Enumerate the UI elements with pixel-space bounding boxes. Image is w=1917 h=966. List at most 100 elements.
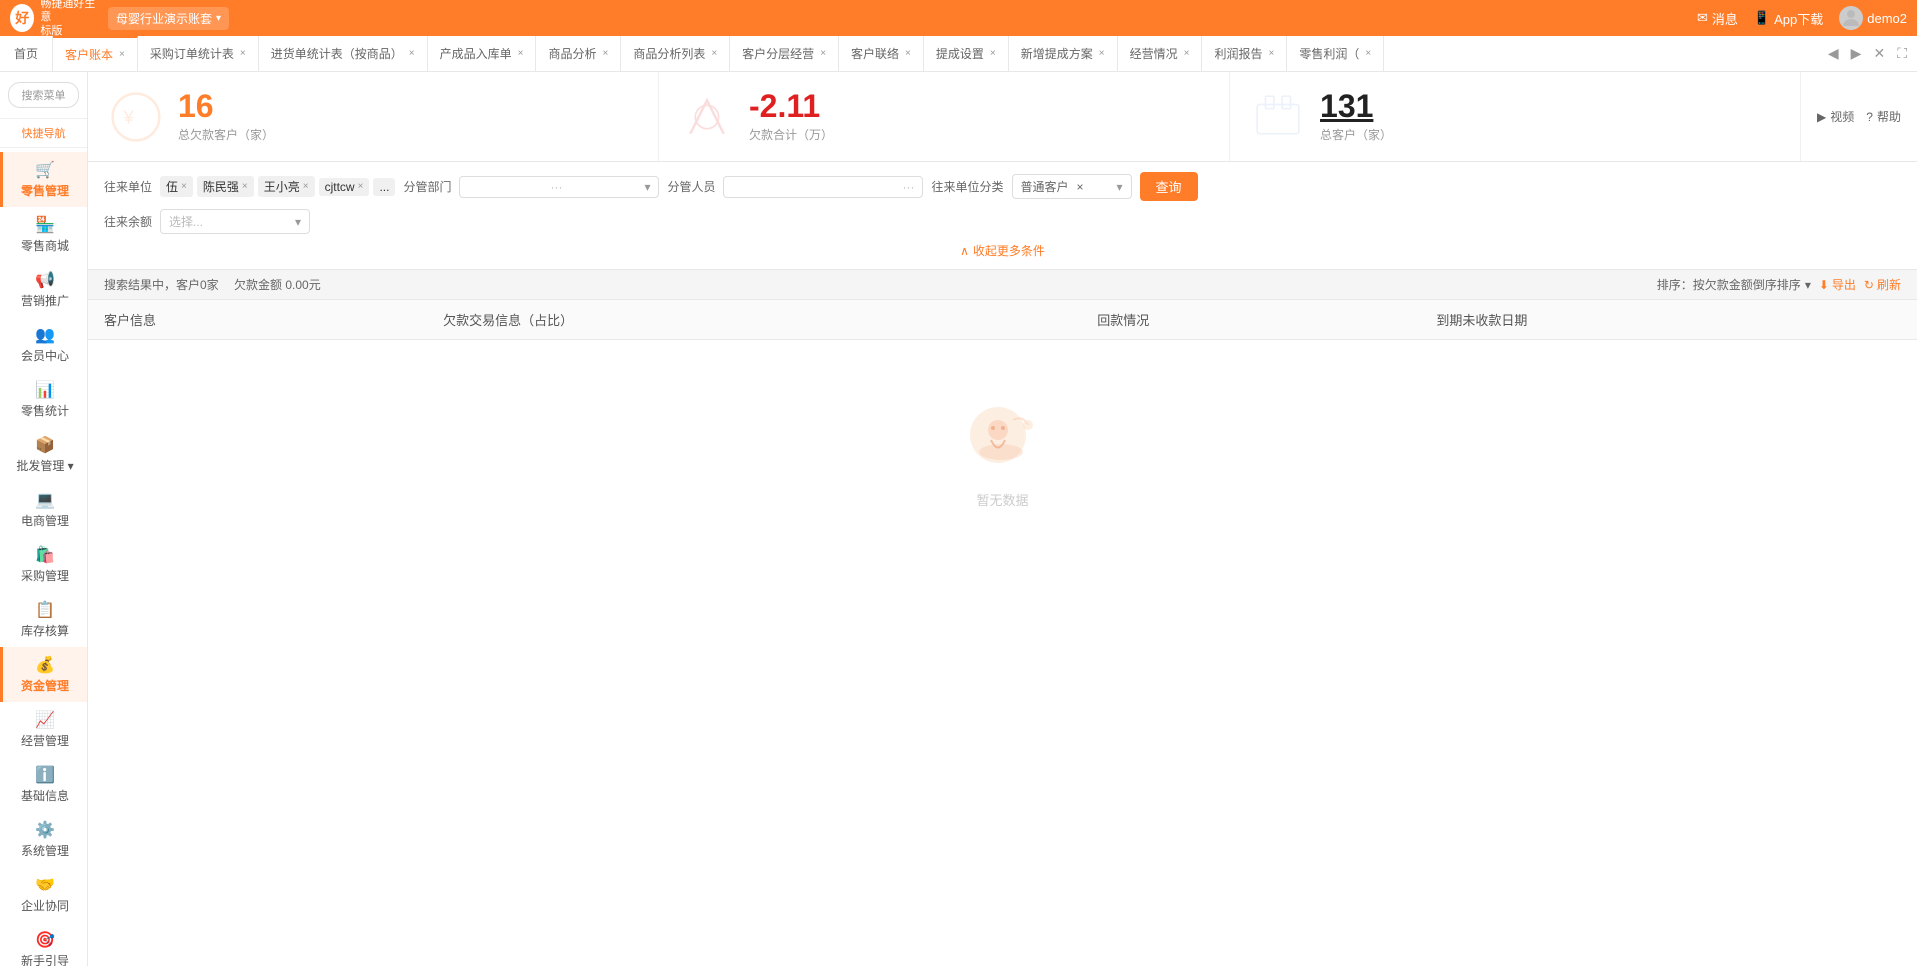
tab-inbound-stats[interactable]: 进货单统计表（按商品） ×	[259, 36, 428, 71]
export-btn[interactable]: ⬇ 导出	[1819, 276, 1856, 293]
unit-type-close[interactable]: ×	[1077, 180, 1084, 194]
close-icon[interactable]: ×	[409, 48, 415, 59]
inventory-check-icon: 📋	[7, 600, 83, 620]
tab-product-inbound[interactable]: 产成品入库单 ×	[428, 36, 537, 71]
capital-mgmt-icon: 💰	[7, 655, 83, 675]
tab-add-solution[interactable]: 新增提成方案 ×	[1009, 36, 1118, 71]
next-tab-btn[interactable]: ▶	[1847, 43, 1866, 64]
tab-retail-profit[interactable]: 零售利润（ ×	[1287, 36, 1384, 71]
tab-profit-report[interactable]: 利润报告 ×	[1202, 36, 1287, 71]
svg-text:¥: ¥	[123, 106, 135, 127]
unit-type-select[interactable]: 普通客户 × ▾	[1012, 174, 1132, 199]
close-all-tabs-btn[interactable]: ✕	[1869, 43, 1889, 64]
help-btn[interactable]: ? 帮助	[1866, 108, 1901, 125]
balance-select[interactable]: 选择... ▾	[160, 209, 310, 234]
video-btn[interactable]: ▶ 视频	[1817, 108, 1854, 125]
filter-area: 往来单位 伍 × 陈民强 × 王小亮 × cjttcw	[88, 162, 1917, 270]
account-selector[interactable]: 母婴行业演示账套 ▾	[108, 7, 229, 30]
sidebar-item-retail-stats[interactable]: 📊 零售统计	[0, 372, 87, 427]
unit-label: 往来单位	[104, 178, 152, 195]
user-area[interactable]: demo2	[1839, 6, 1907, 30]
filter-tag-cjttcw: cjttcw ×	[319, 178, 370, 196]
marketing-icon: 📢	[7, 270, 83, 290]
sidebar-item-retail-mall[interactable]: 🏪 零售商城	[0, 207, 87, 262]
chevron-down-icon: ▾	[216, 13, 221, 24]
sidebar-search-btn[interactable]: 搜索菜单	[8, 82, 79, 108]
retail-stats-icon: 📊	[7, 380, 83, 400]
filter-row-1: 往来单位 伍 × 陈民强 × 王小亮 × cjttcw	[104, 172, 1901, 201]
close-icon[interactable]: ×	[1184, 48, 1190, 59]
close-icon[interactable]: ×	[711, 48, 717, 59]
sidebar-item-ecommerce-mgmt[interactable]: 💻 电商管理	[0, 482, 87, 537]
close-icon[interactable]: ×	[1268, 48, 1274, 59]
sidebar-item-inventory-check[interactable]: 📋 库存核算	[0, 592, 87, 647]
filter-tag-wang: 王小亮 ×	[258, 176, 315, 197]
close-icon[interactable]: ×	[990, 48, 996, 59]
tab-home[interactable]: 首页	[0, 36, 53, 71]
close-icon[interactable]: ×	[240, 48, 246, 59]
col-repayment: 回款情况	[1081, 300, 1420, 340]
close-icon[interactable]: ×	[905, 48, 911, 59]
query-button[interactable]: 查询	[1140, 172, 1198, 201]
close-icon[interactable]: ×	[1099, 48, 1105, 59]
stats-header: ¥ 16 总欠款客户（家） -2.11 欠款合计（万）	[88, 72, 1917, 162]
basic-info-icon: ℹ️	[7, 765, 83, 785]
system-mgmt-icon: ⚙️	[7, 820, 83, 840]
content-area: ¥ 16 总欠款客户（家） -2.11 欠款合计（万）	[88, 72, 1917, 966]
enterprise-collab-icon: 🤝	[7, 875, 83, 895]
tab-product-analysis[interactable]: 商品分析 ×	[536, 36, 621, 71]
filter-row-2: 往来余额 选择... ▾	[104, 209, 1901, 234]
stat-label-total: 总客户（家）	[1320, 126, 1392, 143]
dept-select[interactable]: ··· ▾	[459, 176, 659, 198]
close-icon[interactable]: ×	[602, 48, 608, 59]
logo-icon: 好	[10, 4, 34, 32]
tag-close-wang[interactable]: ×	[303, 181, 309, 192]
tab-reminder-settings[interactable]: 提成设置 ×	[924, 36, 1009, 71]
filter-tag-more[interactable]: ...	[373, 178, 395, 196]
sidebar-item-purchase-mgmt[interactable]: 🛍️ 采购管理	[0, 537, 87, 592]
filter-tags-unit: 伍 × 陈民强 × 王小亮 × cjttcw ×	[160, 176, 395, 197]
person-label: 分管人员	[667, 178, 715, 195]
person-select[interactable]: ···	[723, 176, 923, 198]
sort-select[interactable]: 排序：按欠款金额倒序排序 ▾	[1657, 276, 1811, 293]
stat-block-amount: -2.11 欠款合计（万）	[659, 72, 1230, 161]
sidebar-item-new-guide[interactable]: 🎯 新手引导	[0, 922, 87, 966]
sidebar-item-business-mgmt[interactable]: 📈 经营管理	[0, 702, 87, 757]
tag-close-cjttcw[interactable]: ×	[358, 181, 364, 192]
tag-close-chen[interactable]: ×	[242, 181, 248, 192]
sidebar-item-enterprise-collab[interactable]: 🤝 企业协同	[0, 867, 87, 922]
tab-customer-layer[interactable]: 客户分层经营 ×	[730, 36, 839, 71]
sidebar-item-system-mgmt[interactable]: ⚙️ 系统管理	[0, 812, 87, 867]
collapse-btn[interactable]: ∧ 收起更多条件	[960, 242, 1045, 259]
expand-tabs-btn[interactable]: ⛶	[1893, 43, 1911, 64]
filter-tag-wu: 伍 ×	[160, 176, 193, 197]
close-icon[interactable]: ×	[1365, 48, 1371, 59]
sidebar: 搜索菜单 快捷导航 🛒 零售管理 🏪 零售商城 📢 营销推广 👥 会员中心 📊	[0, 72, 88, 966]
sidebar-fast-nav[interactable]: 快捷导航	[0, 119, 87, 148]
tab-customer-book[interactable]: 客户账本 ×	[53, 36, 138, 71]
sort-label: 排序：按欠款金额倒序排序	[1657, 276, 1801, 293]
sidebar-item-capital-mgmt[interactable]: 💰 资金管理	[0, 647, 87, 702]
chevron-down-icon: ▾	[1116, 180, 1122, 194]
tab-business-status[interactable]: 经营情况 ×	[1118, 36, 1203, 71]
sidebar-item-marketing[interactable]: 📢 营销推广	[0, 262, 87, 317]
video-icon: ▶	[1817, 110, 1826, 124]
ecommerce-mgmt-icon: 💻	[7, 490, 83, 510]
message-btn[interactable]: ✉ 消息	[1697, 9, 1738, 28]
close-icon[interactable]: ×	[518, 48, 524, 59]
tag-close-wu[interactable]: ×	[181, 181, 187, 192]
sidebar-item-member-center[interactable]: 👥 会员中心	[0, 317, 87, 372]
sidebar-item-basic-info[interactable]: ℹ️ 基础信息	[0, 757, 87, 812]
tab-customer-contact[interactable]: 客户联络 ×	[839, 36, 924, 71]
sidebar-item-wholesale-mgmt[interactable]: 📦 批发管理 ▾	[0, 427, 87, 482]
top-bar-right: ✉ 消息 📱 App下载 demo2	[1697, 6, 1907, 30]
tab-product-analysis-list[interactable]: 商品分析列表 ×	[621, 36, 730, 71]
refresh-btn[interactable]: ↻ 刷新	[1864, 276, 1901, 293]
tab-purchase-order-stats[interactable]: 采购订单统计表 ×	[138, 36, 259, 71]
close-icon[interactable]: ×	[119, 49, 125, 60]
prev-tab-btn[interactable]: ◀	[1824, 43, 1843, 64]
app-download-btn[interactable]: 📱 App下载	[1754, 9, 1823, 28]
close-icon[interactable]: ×	[820, 48, 826, 59]
sidebar-item-retail-mgmt[interactable]: 🛒 零售管理	[0, 152, 87, 207]
table-header: 客户信息 欠款交易信息（占比） 回款情况 到期未收款日期	[88, 300, 1917, 340]
